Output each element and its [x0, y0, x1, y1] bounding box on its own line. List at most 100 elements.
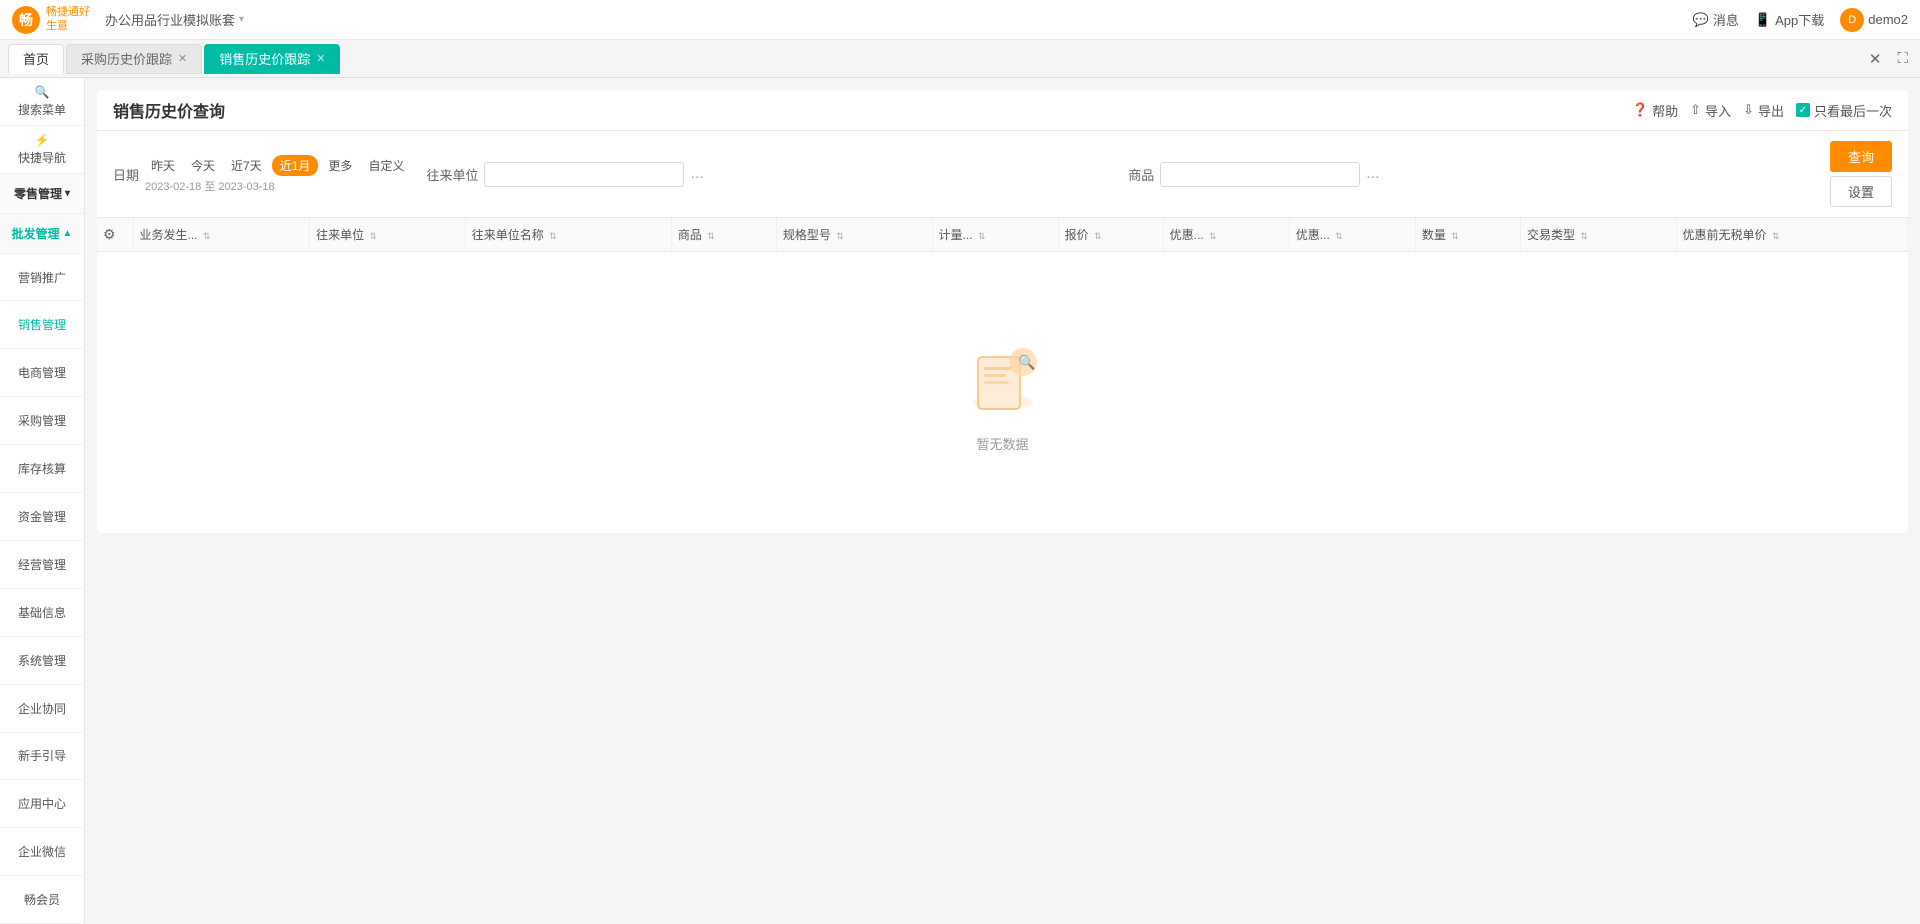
product-select-icon[interactable]: ...: [1366, 165, 1379, 183]
query-button[interactable]: 查询: [1830, 141, 1892, 172]
sort-arrows-partner-code-icon: ⇅: [370, 231, 378, 241]
sidebar-item-app-center[interactable]: 应用中心: [0, 780, 84, 828]
th-quote[interactable]: 报价 ⇅: [1058, 218, 1163, 252]
date-today-button[interactable]: 今天: [185, 155, 221, 176]
sidebar-item-retail-mgmt[interactable]: 零售管理 ▾: [0, 174, 84, 214]
data-table: ⚙ 业务发生... ⇅ 往来单位 ⇅ 往来单位名称: [97, 218, 1908, 252]
sidebar-item-finance[interactable]: 资金管理: [0, 493, 84, 541]
date-filter-group: 日期 昨天 今天 近7天 近1月 更多 自定义 2023-02-18 至 202…: [113, 155, 410, 194]
th-pretax-price[interactable]: 优惠前无税单价 ⇅: [1676, 218, 1907, 252]
sidebar-item-basic-info[interactable]: 基础信息: [0, 589, 84, 637]
tab-home-label: 首页: [23, 49, 49, 68]
sidebar-item-newbie[interactable]: 新手引导: [0, 733, 84, 781]
date-more-button[interactable]: 更多: [322, 155, 358, 176]
help-button[interactable]: ❓ 帮助: [1632, 101, 1678, 120]
sidebar-item-marketing[interactable]: 营销推广: [0, 254, 84, 302]
app-label: App下载: [1775, 10, 1824, 29]
th-pretax-price-label: 优惠前无税单价: [1683, 228, 1767, 242]
sidebar-item-member[interactable]: 畅会员: [0, 876, 84, 924]
tab-home[interactable]: 首页: [8, 44, 64, 74]
tab-bar-right: ✕ ⛶: [1865, 48, 1912, 70]
sidebar-item-wholesale-mgmt[interactable]: 批发管理 ▲: [0, 214, 84, 254]
column-settings-button[interactable]: ⚙: [103, 226, 116, 243]
sort-arrows-biz-date-icon: ⇅: [203, 231, 211, 241]
import-button[interactable]: ⇧ 导入: [1690, 101, 1731, 120]
date-7days-button[interactable]: 近7天: [225, 155, 268, 176]
basic-info-label: 基础信息: [18, 604, 66, 621]
th-trade-type-label: 交易类型: [1527, 228, 1575, 242]
th-discount1[interactable]: 优惠... ⇅: [1163, 218, 1289, 252]
sort-arrows-quote-icon: ⇅: [1094, 231, 1102, 241]
settings-button[interactable]: 设置: [1830, 176, 1892, 207]
tab-sales[interactable]: 销售历史价跟踪 ✕: [204, 44, 340, 74]
th-discount2[interactable]: 优惠... ⇅: [1289, 218, 1415, 252]
th-trade-type[interactable]: 交易类型 ⇅: [1520, 218, 1676, 252]
partner-filter-label: 往来单位: [426, 165, 478, 184]
th-spec[interactable]: 规格型号 ⇅: [776, 218, 932, 252]
fullscreen-button[interactable]: ⛶: [1893, 48, 1912, 69]
company-name: 办公用品行业模拟账套: [105, 10, 235, 29]
sidebar: 🔍 搜索菜单 ⚡ 快捷导航 零售管理 ▾ 批发管理 ▲ 营销推广 销售管理 电商…: [0, 78, 85, 924]
partner-input[interactable]: [484, 162, 684, 187]
sidebar-item-enterprise[interactable]: 企业协同: [0, 685, 84, 733]
sidebar-item-system[interactable]: 系统管理: [0, 637, 84, 685]
message-btn[interactable]: 💬 消息: [1693, 10, 1739, 29]
product-filter-label: 商品: [1128, 165, 1154, 184]
sidebar-item-sales-mgmt[interactable]: 销售管理: [0, 301, 84, 349]
th-partner-name[interactable]: 往来单位名称 ⇅: [465, 218, 671, 252]
tab-purchase[interactable]: 采购历史价跟踪 ✕: [66, 44, 202, 74]
app-center-label: 应用中心: [18, 795, 66, 812]
tab-purchase-close-icon[interactable]: ✕: [178, 52, 187, 65]
app-download-btn[interactable]: 📱 App下载: [1755, 10, 1824, 29]
operations-label: 经营管理: [18, 556, 66, 573]
th-unit-label: 计量...: [939, 228, 973, 242]
app-icon: 📱: [1755, 12, 1771, 28]
date-yesterday-button[interactable]: 昨天: [145, 155, 181, 176]
export-label: 导出: [1758, 101, 1784, 120]
partner-filter-group: 往来单位 ...: [426, 162, 1112, 187]
th-product-label: 商品: [678, 228, 702, 242]
system-label: 系统管理: [18, 652, 66, 669]
export-button[interactable]: ⇩ 导出: [1743, 101, 1784, 120]
tab-sales-close-icon[interactable]: ✕: [316, 52, 325, 65]
sort-arrows-partner-name-icon: ⇅: [549, 231, 557, 241]
sidebar-item-ecommerce[interactable]: 电商管理: [0, 349, 84, 397]
dropdown-arrow-icon[interactable]: ▾: [239, 14, 244, 25]
date-buttons: 昨天 今天 近7天 近1月 更多 自定义: [145, 155, 410, 176]
finance-label: 资金管理: [18, 508, 66, 525]
sidebar-search-label: 搜索菜单: [18, 101, 66, 118]
date-range-display: 2023-02-18 至 2023-03-18: [145, 178, 410, 194]
import-icon: ⇧: [1690, 102, 1701, 118]
only-last-checkbox[interactable]: ✓ 只看最后一次: [1796, 101, 1892, 120]
sidebar-item-quick-nav[interactable]: ⚡ 快捷导航: [0, 126, 84, 174]
page-header: 销售历史价查询 ❓ 帮助 ⇧ 导入 ⇩ 导出 ✓: [97, 90, 1908, 131]
date-custom-button[interactable]: 自定义: [362, 155, 410, 176]
th-partner-name-label: 往来单位名称: [472, 228, 544, 242]
user-profile-btn[interactable]: D demo2: [1840, 8, 1908, 32]
page-container: 销售历史价查询 ❓ 帮助 ⇧ 导入 ⇩ 导出 ✓: [85, 78, 1920, 545]
filter-bar: 日期 昨天 今天 近7天 近1月 更多 自定义 2023-02-18 至 202…: [97, 131, 1908, 218]
table-header-row: ⚙ 业务发生... ⇅ 往来单位 ⇅ 往来单位名称: [97, 218, 1908, 252]
product-input[interactable]: [1160, 162, 1360, 187]
sidebar-item-inventory[interactable]: 库存核算: [0, 445, 84, 493]
th-partner-code[interactable]: 往来单位 ⇅: [310, 218, 466, 252]
empty-illustration: 🔍: [958, 332, 1048, 422]
th-quantity[interactable]: 数量 ⇅: [1415, 218, 1520, 252]
sidebar-item-corp-wechat[interactable]: 企业微信: [0, 828, 84, 876]
sidebar-item-operations[interactable]: 经营管理: [0, 541, 84, 589]
date-1month-button[interactable]: 近1月: [272, 155, 319, 176]
newbie-label: 新手引导: [18, 747, 66, 764]
th-biz-date[interactable]: 业务发生... ⇅: [133, 218, 310, 252]
sidebar-item-search-menu[interactable]: 🔍 搜索菜单: [0, 78, 84, 126]
wholesale-expand-icon: ▲: [63, 228, 73, 239]
enterprise-label: 企业协同: [18, 700, 66, 717]
th-product[interactable]: 商品 ⇅: [671, 218, 776, 252]
close-all-tabs-button[interactable]: ✕: [1865, 48, 1886, 70]
sort-arrows-trade-type-icon: ⇅: [1580, 231, 1588, 241]
message-label: 消息: [1713, 10, 1739, 29]
th-biz-date-label: 业务发生...: [140, 228, 198, 242]
sidebar-item-purchase-mgmt[interactable]: 采购管理: [0, 397, 84, 445]
member-label: 畅会员: [24, 891, 60, 908]
partner-select-icon[interactable]: ...: [690, 165, 703, 183]
th-unit[interactable]: 计量... ⇅: [932, 218, 1058, 252]
